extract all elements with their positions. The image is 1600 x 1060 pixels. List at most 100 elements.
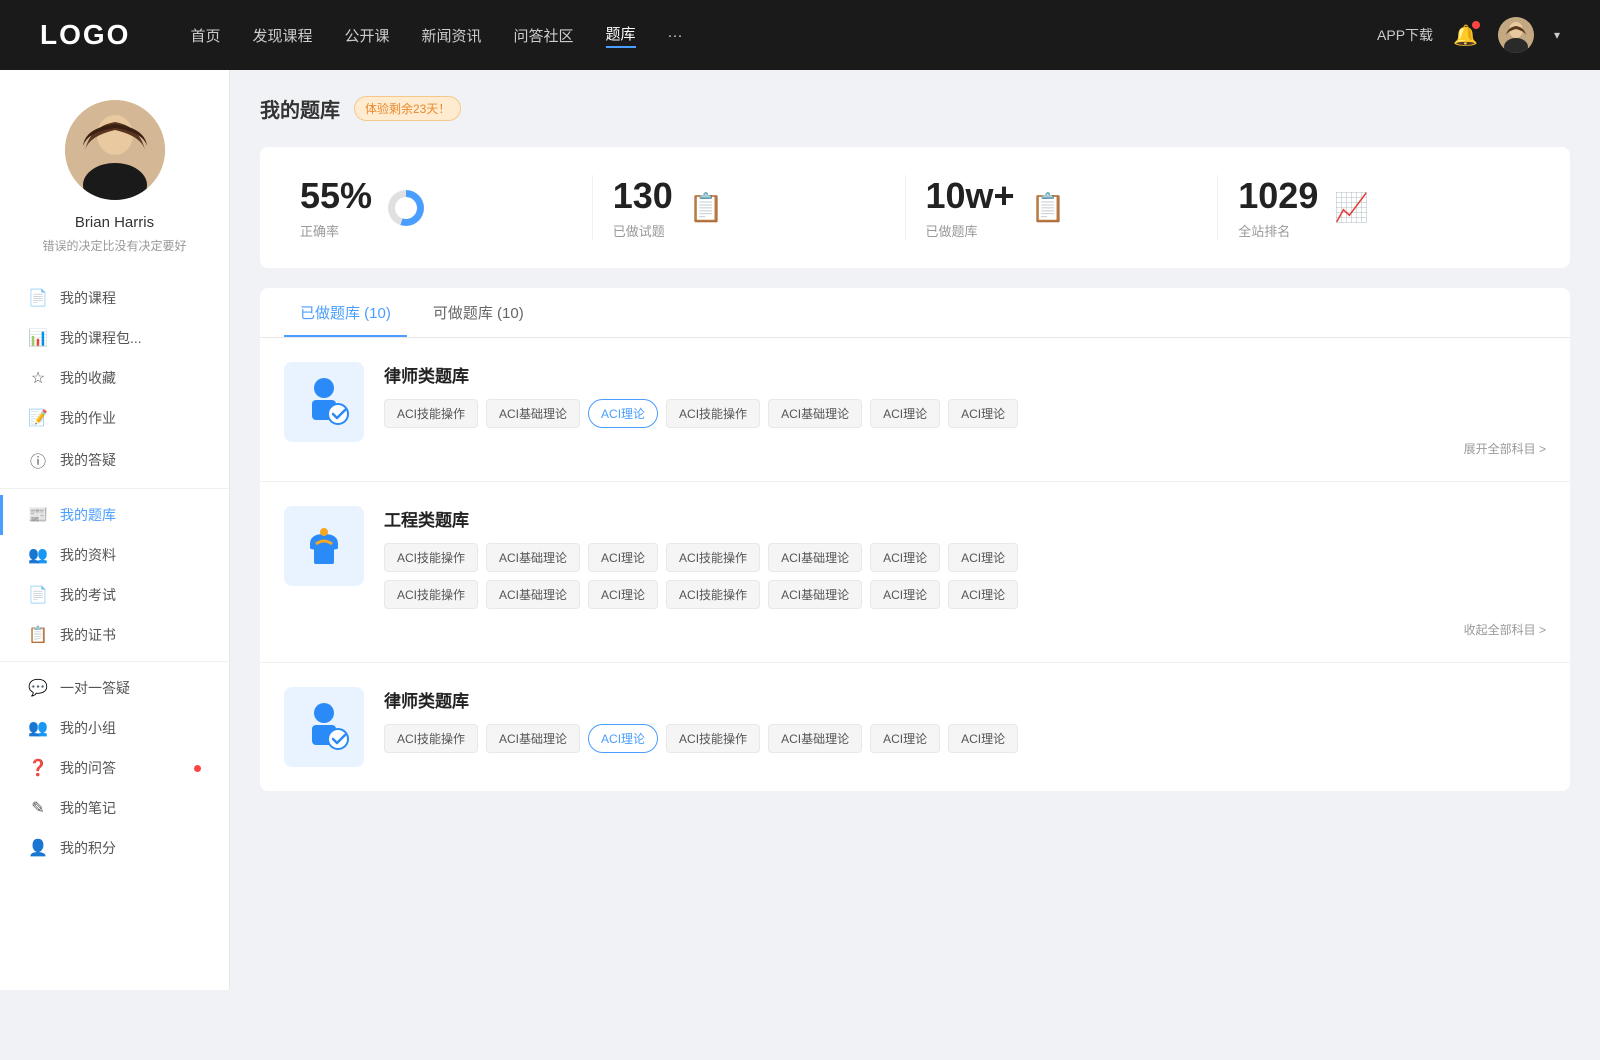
sidebar-label: 我的小组 bbox=[60, 718, 201, 738]
bank-icon-engineer bbox=[284, 506, 364, 586]
user-motto: 错误的决定比没有决定要好 bbox=[42, 237, 186, 254]
tag[interactable]: ACI理论 bbox=[948, 543, 1018, 572]
sidebar-item-exam[interactable]: 📄 我的考试 bbox=[0, 575, 229, 615]
sidebar-item-favorites[interactable]: ☆ 我的收藏 bbox=[0, 358, 229, 398]
nav-item-open[interactable]: 公开课 bbox=[344, 25, 389, 46]
tag[interactable]: ACI理论 bbox=[870, 724, 940, 753]
nav-item-home[interactable]: 首页 bbox=[190, 25, 220, 46]
sidebar-item-notes[interactable]: ✎ 我的笔记 bbox=[0, 788, 229, 828]
tag[interactable]: ACI技能操作 bbox=[666, 580, 760, 609]
nav-item-bank[interactable]: 题库 bbox=[606, 23, 636, 48]
page-header: 我的题库 体验剩余23天！ bbox=[260, 94, 1570, 123]
bank-name-3: 律师类题库 bbox=[384, 687, 1546, 712]
nav-item-news[interactable]: 新闻资讯 bbox=[422, 25, 482, 46]
sidebar-divider-1 bbox=[0, 488, 229, 489]
tag[interactable]: ACI理论 bbox=[870, 543, 940, 572]
rank-icon: 📈 bbox=[1334, 191, 1369, 224]
sidebar-item-profile[interactable]: 👥 我的资料 bbox=[0, 535, 229, 575]
tag[interactable]: ACI基础理论 bbox=[768, 724, 862, 753]
tag-active[interactable]: ACI理论 bbox=[588, 724, 658, 753]
trial-badge: 体验剩余23天！ bbox=[354, 96, 461, 121]
tag[interactable]: ACI基础理论 bbox=[768, 543, 862, 572]
bank-name-1: 律师类题库 bbox=[384, 362, 1546, 387]
bank-section-inner: 工程类题库 ACI技能操作 ACI基础理论 ACI理论 ACI技能操作 ACI基… bbox=[284, 506, 1546, 638]
sidebar-item-certificate[interactable]: 📋 我的证书 bbox=[0, 615, 229, 655]
accuracy-chart bbox=[388, 190, 424, 226]
notes-icon: ✎ bbox=[28, 798, 48, 818]
tag[interactable]: ACI基础理论 bbox=[768, 399, 862, 428]
tag[interactable]: ACI理论 bbox=[948, 724, 1018, 753]
tag[interactable]: ACI理论 bbox=[588, 580, 658, 609]
rank-label: 全站排名 bbox=[1238, 221, 1318, 240]
tag[interactable]: ACI技能操作 bbox=[666, 724, 760, 753]
sidebar-avatar bbox=[65, 100, 165, 200]
sidebar-label: 我的课程包... bbox=[60, 328, 201, 348]
avatar-image bbox=[1498, 17, 1534, 53]
nav-menu: 首页 发现课程 公开课 新闻资讯 问答社区 题库 ··· bbox=[190, 23, 1377, 48]
sidebar-item-group[interactable]: 👥 我的小组 bbox=[0, 708, 229, 748]
tag[interactable]: ACI基础理论 bbox=[486, 580, 580, 609]
tag[interactable]: ACI基础理论 bbox=[486, 543, 580, 572]
user-menu-chevron[interactable]: ▾ bbox=[1554, 28, 1560, 42]
expand-link-1[interactable]: 展开全部科目 > bbox=[384, 436, 1546, 457]
notification-bell[interactable]: 🔔 bbox=[1453, 23, 1478, 48]
sidebar-label: 我的收藏 bbox=[60, 368, 201, 388]
sidebar-item-qa[interactable]: ⓘ 我的答疑 bbox=[0, 438, 229, 482]
tag[interactable]: ACI技能操作 bbox=[384, 580, 478, 609]
accuracy-number: 55% bbox=[300, 175, 372, 217]
tab-available[interactable]: 可做题库 (10) bbox=[417, 288, 540, 337]
tag-row-2-1: ACI技能操作 ACI基础理论 ACI理论 ACI技能操作 ACI基础理论 AC… bbox=[384, 543, 1546, 572]
collapse-link-2[interactable]: 收起全部科目 > bbox=[384, 617, 1546, 638]
sidebar-label: 我的答疑 bbox=[60, 450, 201, 470]
tag[interactable]: ACI技能操作 bbox=[384, 399, 478, 428]
sidebar-label: 我的积分 bbox=[60, 838, 201, 858]
sidebar-label: 我的问答 bbox=[60, 758, 182, 778]
certificate-icon: 📋 bbox=[28, 625, 48, 645]
profile-icon: 👥 bbox=[28, 545, 48, 565]
stat-questions-value: 130 已做试题 bbox=[613, 175, 673, 240]
tag[interactable]: ACI技能操作 bbox=[384, 543, 478, 572]
sidebar-label: 我的笔记 bbox=[60, 798, 201, 818]
app-download-button[interactable]: APP下载 bbox=[1377, 25, 1433, 45]
tag[interactable]: ACI基础理论 bbox=[768, 580, 862, 609]
main-layout: Brian Harris 错误的决定比没有决定要好 📄 我的课程 📊 我的课程包… bbox=[0, 70, 1600, 990]
sidebar-item-question-bank[interactable]: 📰 我的题库 bbox=[0, 495, 229, 535]
sidebar-item-courses[interactable]: 📄 我的课程 bbox=[0, 278, 229, 318]
tag-row-3-1: ACI技能操作 ACI基础理论 ACI理论 ACI技能操作 ACI基础理论 AC… bbox=[384, 724, 1546, 753]
sidebar: Brian Harris 错误的决定比没有决定要好 📄 我的课程 📊 我的课程包… bbox=[0, 70, 230, 990]
stat-banks-value: 10w+ 已做题库 bbox=[926, 175, 1015, 240]
sidebar-item-homework[interactable]: 📝 我的作业 bbox=[0, 398, 229, 438]
sidebar-label: 我的题库 bbox=[60, 505, 201, 525]
tag[interactable]: ACI理论 bbox=[870, 580, 940, 609]
tag[interactable]: ACI技能操作 bbox=[666, 399, 760, 428]
tag[interactable]: ACI理论 bbox=[948, 580, 1018, 609]
tag[interactable]: ACI技能操作 bbox=[666, 543, 760, 572]
tag[interactable]: ACI基础理论 bbox=[486, 399, 580, 428]
tutor-icon: 💬 bbox=[28, 678, 48, 698]
nav-item-discover[interactable]: 发现课程 bbox=[252, 25, 312, 46]
nav-item-more[interactable]: ··· bbox=[668, 27, 683, 44]
sidebar-label: 我的考试 bbox=[60, 585, 201, 605]
sidebar-item-tutor[interactable]: 💬 一对一答疑 bbox=[0, 668, 229, 708]
bank-name-2: 工程类题库 bbox=[384, 506, 1546, 531]
tag[interactable]: ACI理论 bbox=[948, 399, 1018, 428]
nav-item-qa[interactable]: 问答社区 bbox=[514, 25, 574, 46]
tag[interactable]: ACI理论 bbox=[870, 399, 940, 428]
avatar[interactable] bbox=[1498, 17, 1534, 53]
stat-banks: 10w+ 已做题库 📋 bbox=[906, 175, 1219, 240]
sidebar-label: 我的资料 bbox=[60, 545, 201, 565]
tab-done[interactable]: 已做题库 (10) bbox=[284, 288, 407, 337]
bank-section-3-content: 律师类题库 ACI技能操作 ACI基础理论 ACI理论 ACI技能操作 ACI基… bbox=[384, 687, 1546, 761]
tag-active[interactable]: ACI理论 bbox=[588, 399, 658, 428]
bank-section-lawyer-2: 律师类题库 ACI技能操作 ACI基础理论 ACI理论 ACI技能操作 ACI基… bbox=[260, 663, 1570, 791]
tag[interactable]: ACI理论 bbox=[588, 543, 658, 572]
questions-number: 130 bbox=[613, 175, 673, 217]
sidebar-item-points[interactable]: 👤 我的积分 bbox=[0, 828, 229, 868]
tag[interactable]: ACI基础理论 bbox=[486, 724, 580, 753]
sidebar-label: 一对一答疑 bbox=[60, 678, 201, 698]
bank-section-1-content: 律师类题库 ACI技能操作 ACI基础理论 ACI理论 ACI技能操作 ACI基… bbox=[384, 362, 1546, 457]
sidebar-item-my-qa[interactable]: ❓ 我的问答 bbox=[0, 748, 229, 788]
tag[interactable]: ACI技能操作 bbox=[384, 724, 478, 753]
sidebar-label: 我的作业 bbox=[60, 408, 201, 428]
sidebar-item-course-package[interactable]: 📊 我的课程包... bbox=[0, 318, 229, 358]
